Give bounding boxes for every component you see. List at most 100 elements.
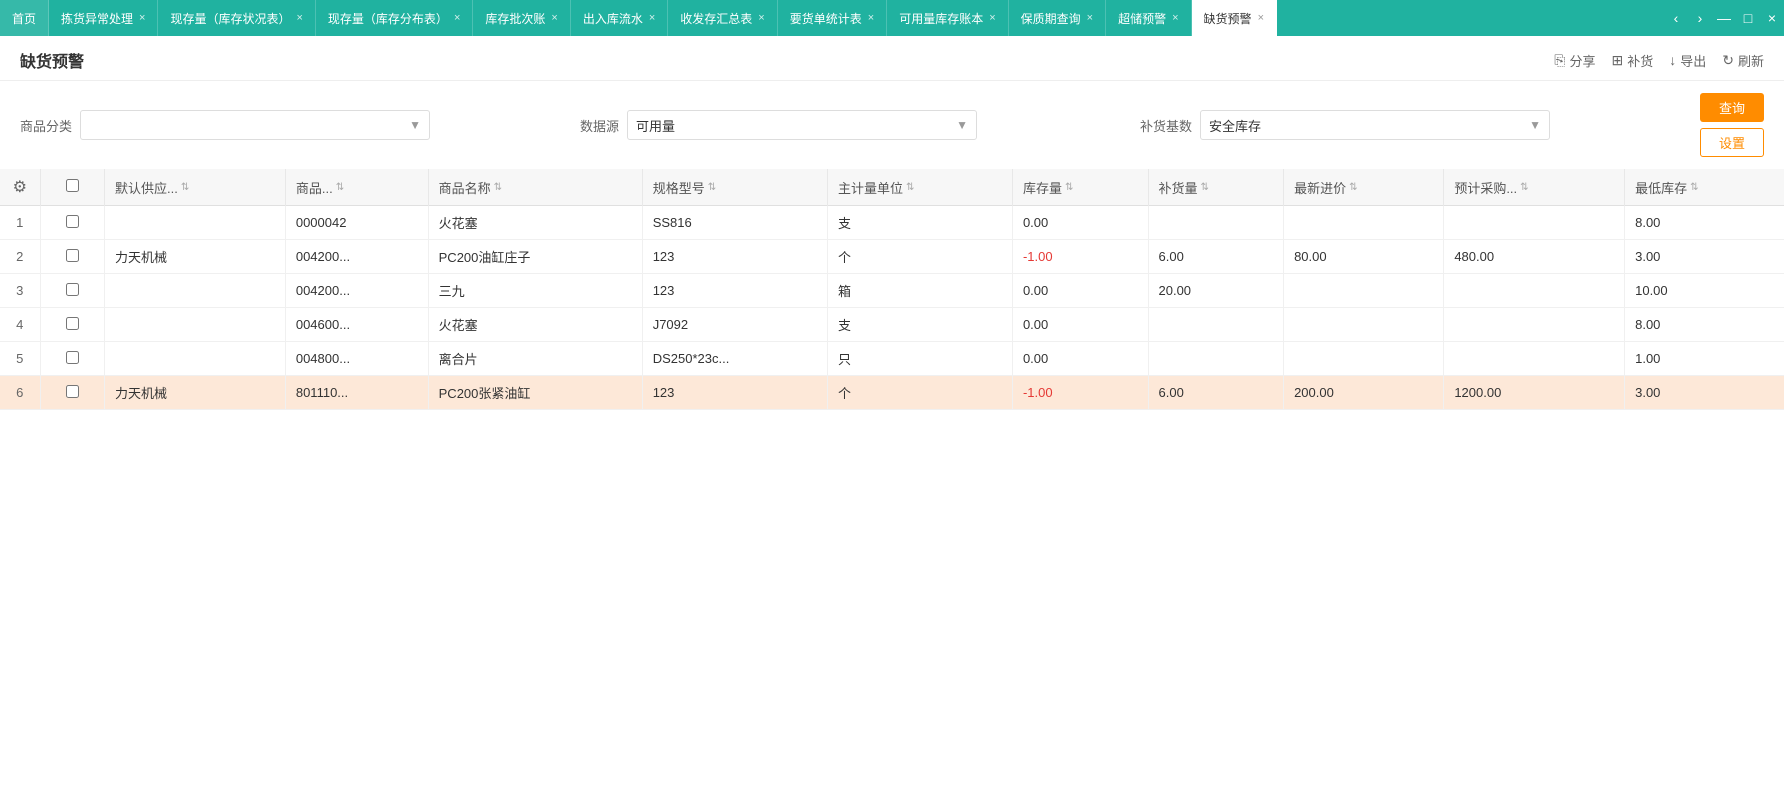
close-tab-exception[interactable]: × [139, 12, 145, 24]
row-checkbox[interactable] [66, 215, 79, 228]
datasource-label: 数据源 [580, 116, 619, 135]
row-stock: 0.00 [1012, 308, 1148, 342]
close-tab-expiry[interactable]: × [1087, 12, 1093, 24]
row-min-stock: 3.00 [1625, 240, 1784, 274]
close-tab-available[interactable]: × [989, 12, 995, 24]
column-settings-icon[interactable]: ⚙ [13, 179, 27, 196]
tab-stock-dist[interactable]: 现存量（库存分布表） × [316, 0, 473, 36]
close-tab-stock-status[interactable]: × [296, 12, 302, 24]
row-checkbox-cell[interactable] [40, 308, 105, 342]
window-maximize-btn[interactable]: □ [1736, 10, 1760, 26]
unit-sort-icon: ⇅ [906, 182, 914, 193]
table-body: 1 0000042 火花塞 SS816 支 0.00 8.00 2 力天机械 0… [0, 206, 1784, 410]
replenish-button[interactable]: ⊞ 补货 [1611, 51, 1653, 70]
export-button[interactable]: ↓ 导出 [1669, 51, 1706, 70]
table-row: 2 力天机械 004200... PC200油缸庄子 123 个 -1.00 6… [0, 240, 1784, 274]
th-replenish-sort[interactable]: 补货量 ⇅ [1159, 178, 1209, 197]
share-icon: ⎘ [1554, 52, 1565, 69]
row-min-stock: 8.00 [1625, 206, 1784, 240]
row-checkbox[interactable] [66, 351, 79, 364]
tab-exception[interactable]: 拣货异常处理 × [49, 0, 158, 36]
row-unit: 支 [828, 308, 1013, 342]
th-stock-sort[interactable]: 库存量 ⇅ [1023, 178, 1073, 197]
table-row: 6 力天机械 801110... PC200张紧油缸 123 个 -1.00 6… [0, 376, 1784, 410]
th-replenish: 补货量 ⇅ [1148, 169, 1284, 206]
close-tab-stock-dist[interactable]: × [454, 12, 460, 24]
tab-stock-status[interactable]: 现存量（库存状况表） × [158, 0, 315, 36]
row-supplier: 力天机械 [105, 240, 286, 274]
th-sku-sort[interactable]: 商品... ⇅ [296, 178, 344, 197]
th-unit-sort[interactable]: 主计量单位 ⇅ [838, 178, 914, 197]
tab-shortage[interactable]: 缺货预警 × [1192, 0, 1277, 36]
tab-collect[interactable]: 收发存汇总表 × [668, 0, 777, 36]
close-tab-shortage[interactable]: × [1258, 12, 1264, 24]
row-min-stock: 1.00 [1625, 342, 1784, 376]
row-checkbox-cell[interactable] [40, 376, 105, 410]
close-tab-collect[interactable]: × [758, 12, 764, 24]
close-tab-inout-flow[interactable]: × [649, 12, 655, 24]
th-min-stock-sort[interactable]: 最低库存 ⇅ [1635, 178, 1698, 197]
row-checkbox-cell[interactable] [40, 206, 105, 240]
row-num: 4 [0, 308, 40, 342]
row-num: 2 [0, 240, 40, 274]
th-name-sort[interactable]: 商品名称 ⇅ [439, 178, 502, 197]
close-tab-order-stat[interactable]: × [868, 12, 874, 24]
tab-expiry[interactable]: 保质期查询 × [1009, 0, 1106, 36]
replenish-sort-icon: ⇅ [1201, 182, 1209, 193]
close-tab-overstock[interactable]: × [1172, 12, 1178, 24]
supplier-sort-icon: ⇅ [181, 182, 189, 193]
row-replenish [1148, 206, 1284, 240]
query-button[interactable]: 查询 [1700, 93, 1764, 122]
row-unit: 个 [828, 376, 1013, 410]
row-checkbox-cell[interactable] [40, 240, 105, 274]
close-tab-batch[interactable]: × [551, 12, 557, 24]
page-title: 缺货预警 [20, 48, 84, 72]
setting-button[interactable]: 设置 [1700, 128, 1764, 157]
tab-next-btn[interactable]: › [1688, 10, 1712, 26]
row-latest-price [1284, 342, 1444, 376]
replenish-base-label: 补货基数 [1140, 116, 1192, 135]
row-num: 1 [0, 206, 40, 240]
th-supplier: 默认供应... ⇅ [105, 169, 286, 206]
row-checkbox[interactable] [66, 283, 79, 296]
row-checkbox[interactable] [66, 385, 79, 398]
tab-inout-flow[interactable]: 出入库流水 × [571, 0, 668, 36]
row-replenish: 20.00 [1148, 274, 1284, 308]
tab-batch[interactable]: 库存批次账 × [473, 0, 570, 36]
th-est-purchase-sort[interactable]: 预计采购... ⇅ [1454, 178, 1528, 197]
th-spec-sort[interactable]: 规格型号 ⇅ [653, 178, 716, 197]
table-row: 3 004200... 三九 123 箱 0.00 20.00 10.00 [0, 274, 1784, 308]
th-sku: 商品... ⇅ [285, 169, 428, 206]
tab-prev-btn[interactable]: ‹ [1664, 10, 1688, 26]
name-sort-icon: ⇅ [494, 182, 502, 193]
row-latest-price [1284, 308, 1444, 342]
th-supplier-sort[interactable]: 默认供应... ⇅ [115, 178, 189, 197]
row-checkbox[interactable] [66, 249, 79, 262]
tab-overstock[interactable]: 超储预警 × [1106, 0, 1191, 36]
share-button[interactable]: ⎘ 分享 [1554, 51, 1595, 70]
category-select[interactable]: ▼ [80, 110, 430, 140]
table-row: 1 0000042 火花塞 SS816 支 0.00 8.00 [0, 206, 1784, 240]
row-checkbox-cell[interactable] [40, 274, 105, 308]
row-unit: 个 [828, 240, 1013, 274]
row-min-stock: 10.00 [1625, 274, 1784, 308]
refresh-button[interactable]: ↻ 刷新 [1722, 51, 1764, 70]
row-checkbox[interactable] [66, 317, 79, 330]
row-est-purchase: 1200.00 [1444, 376, 1625, 410]
tab-home[interactable]: 首页 [0, 0, 49, 36]
row-checkbox-cell[interactable] [40, 342, 105, 376]
replenish-base-select[interactable]: 安全库存 ▼ [1200, 110, 1550, 140]
window-close-btn[interactable]: × [1760, 10, 1784, 26]
est-purchase-sort-icon: ⇅ [1520, 182, 1528, 193]
category-filter-group: 商品分类 ▼ [20, 110, 560, 140]
export-icon: ↓ [1669, 52, 1676, 68]
window-minimize-btn[interactable]: — [1712, 10, 1736, 26]
tab-available[interactable]: 可用量库存账本 × [887, 0, 1008, 36]
row-replenish: 6.00 [1148, 376, 1284, 410]
tab-order-stat[interactable]: 要货单统计表 × [778, 0, 887, 36]
datasource-select[interactable]: 可用量 ▼ [627, 110, 977, 140]
header-actions: ⎘ 分享 ⊞ 补货 ↓ 导出 ↻ 刷新 [1554, 51, 1764, 70]
row-num: 6 [0, 376, 40, 410]
th-latest-price-sort[interactable]: 最新进价 ⇅ [1294, 178, 1357, 197]
select-all-checkbox[interactable] [66, 179, 79, 192]
